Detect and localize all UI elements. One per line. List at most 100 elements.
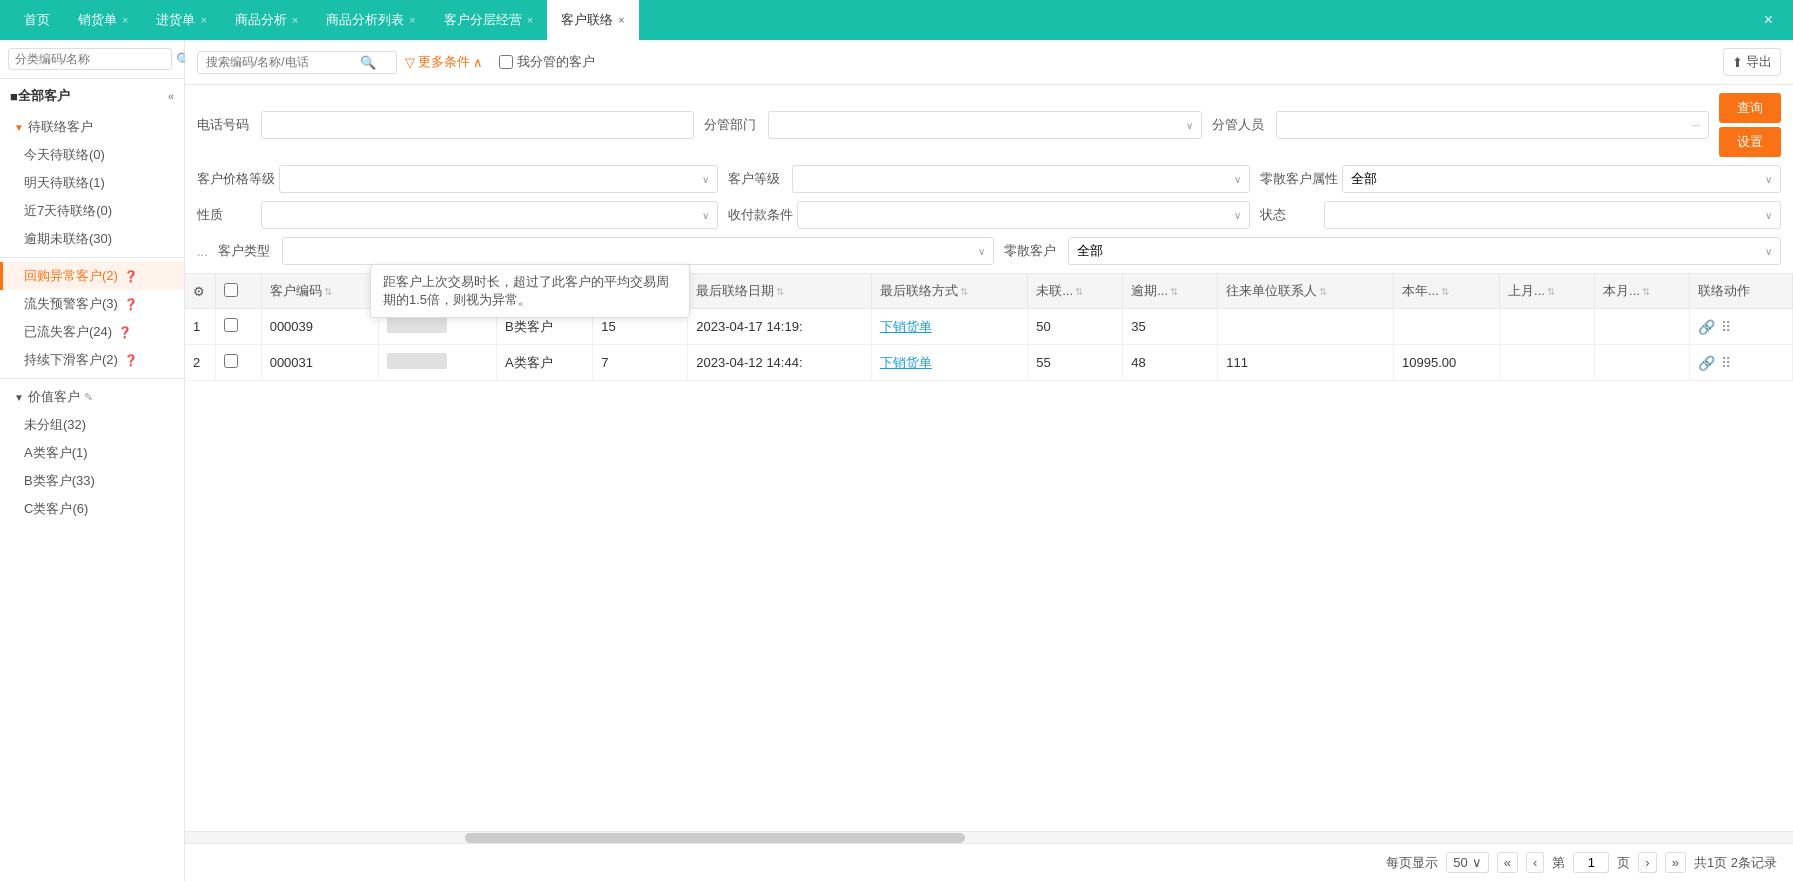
action-more-icon-1[interactable]: ⠿ <box>1721 355 1731 371</box>
sidebar-item-overdue[interactable]: 逾期未联络(30) <box>0 225 184 253</box>
sidebar-item-7days[interactable]: 近7天待联络(0) <box>0 197 184 225</box>
sidebar-item-churned[interactable]: 已流失客户(24) ❓ <box>0 318 184 346</box>
next-page-button[interactable]: › <box>1638 852 1656 873</box>
sidebar-item-churn-warning[interactable]: 流失预警客户(3) ❓ <box>0 290 184 318</box>
scrollbar-thumb[interactable] <box>465 833 965 843</box>
close-purchase-order-icon[interactable]: × <box>200 14 206 26</box>
payment-label: 收付款条件 <box>728 206 793 224</box>
sort-overdue-icon[interactable]: ⇅ <box>1170 286 1178 297</box>
nav-product-analysis-list[interactable]: 商品分析列表 × <box>312 0 429 40</box>
cell-cb-0[interactable] <box>215 309 261 345</box>
close-product-analysis-icon[interactable]: × <box>292 14 298 26</box>
page-number-input[interactable] <box>1573 852 1609 873</box>
cell-cb-1[interactable] <box>215 345 261 381</box>
sidebar-item-today[interactable]: 今天待联络(0) <box>0 141 184 169</box>
status-select[interactable]: ∨ <box>1324 201 1781 229</box>
col-this-month[interactable]: 本月...⇅ <box>1595 274 1690 309</box>
sidebar-item-b-class[interactable]: B类客户(33) <box>0 467 184 495</box>
price-grade-select[interactable]: ∨ <box>279 165 718 193</box>
person-select[interactable]: ··· <box>1276 111 1709 139</box>
retail-attr-select[interactable]: 全部 ∨ <box>1342 165 1781 193</box>
col-unit-contact[interactable]: 往来单位联系人⇅ <box>1218 274 1394 309</box>
sidebar-item-c-class[interactable]: C类客户(6) <box>0 495 184 523</box>
sidebar-all-customers[interactable]: ■ 全部客户 « <box>0 79 184 113</box>
sort-unit-contact-icon[interactable]: ⇅ <box>1319 286 1327 297</box>
sidebar-item-repurchase-anomaly[interactable]: 回购异常客户(2) ❓ <box>0 262 184 290</box>
close-sales-order-icon[interactable]: × <box>122 14 128 26</box>
col-uncontacted[interactable]: 未联...⇅ <box>1028 274 1123 309</box>
sidebar-value-customers[interactable]: ▼ 价值客户 ✎ <box>0 383 184 411</box>
col-overdue[interactable]: 逾期...⇅ <box>1123 274 1218 309</box>
more-filter-button[interactable]: ▽ 更多条件 ∧ <box>405 53 483 71</box>
gender-select[interactable]: ∨ <box>261 201 718 229</box>
sidebar-item-tomorrow[interactable]: 明天待联络(1) <box>0 169 184 197</box>
nav-customer-tiering[interactable]: 客户分层经营 × <box>430 0 547 40</box>
sidebar-item-a-class[interactable]: A类客户(1) <box>0 439 184 467</box>
pagination-bar: 每页显示 50 ∨ « ‹ 第 页 › » 共1页 2条记录 <box>185 843 1793 881</box>
toolbar-search-icon[interactable]: 🔍 <box>360 55 376 70</box>
nav-sales-order[interactable]: 销货单 × <box>64 0 142 40</box>
grade-select[interactable]: ∨ <box>792 165 1249 193</box>
action-more-icon-0[interactable]: ⠿ <box>1721 319 1731 335</box>
phone-input[interactable] <box>261 111 694 139</box>
last-page-button[interactable]: » <box>1665 852 1686 873</box>
select-all-checkbox[interactable] <box>224 283 238 297</box>
query-button[interactable]: 查询 <box>1719 93 1781 123</box>
prev-page-button[interactable]: ‹ <box>1526 852 1544 873</box>
sidebar-collapse-icon[interactable]: « <box>168 90 174 102</box>
sidebar-item-declining[interactable]: 持续下滑客户(2) ❓ <box>0 346 184 374</box>
col-last-contact-way[interactable]: 最后联络方式⇅ <box>871 274 1027 309</box>
col-last-contact-date[interactable]: 最后联络日期⇅ <box>688 274 872 309</box>
action-link-icon-0[interactable]: 🔗 <box>1698 319 1715 335</box>
filter-more-dots[interactable]: ... <box>197 244 208 259</box>
cell-last-way-0[interactable]: 下销货单 <box>871 309 1027 345</box>
nav-customer-contact[interactable]: 客户联络 × <box>547 0 638 40</box>
close-product-analysis-list-icon[interactable]: × <box>409 14 415 26</box>
sort-uncontacted-icon[interactable]: ⇅ <box>1075 286 1083 297</box>
first-page-button[interactable]: « <box>1497 852 1518 873</box>
setting-button[interactable]: 设置 <box>1719 127 1781 157</box>
sort-last-way-icon[interactable]: ⇅ <box>960 286 968 297</box>
col-checkbox[interactable] <box>215 274 261 309</box>
close-customer-tiering-icon[interactable]: × <box>527 14 533 26</box>
sort-this-month-icon[interactable]: ⇅ <box>1642 286 1650 297</box>
action-link-icon-1[interactable]: 🔗 <box>1698 355 1715 371</box>
window-close-button[interactable]: × <box>1754 11 1783 29</box>
close-customer-contact-icon[interactable]: × <box>618 14 624 26</box>
row-checkbox-0[interactable] <box>224 318 238 332</box>
last-way-link-1[interactable]: 下销货单 <box>880 355 932 370</box>
nav-home[interactable]: 首页 <box>10 0 64 40</box>
col-settings[interactable]: ⚙ <box>185 274 215 309</box>
nav-product-analysis[interactable]: 商品分析 × <box>221 0 312 40</box>
per-page-select[interactable]: 50 ∨ <box>1446 852 1488 873</box>
sidebar-pending-contact[interactable]: ▼ 待联络客户 <box>0 113 184 141</box>
cell-last-way-1[interactable]: 下销货单 <box>871 345 1027 381</box>
my-customer-check[interactable] <box>499 55 513 69</box>
nav-purchase-order[interactable]: 进货单 × <box>142 0 220 40</box>
sort-this-year-icon[interactable]: ⇅ <box>1441 286 1449 297</box>
filter-row-1: 电话号码 分管部门 ∨ 分管人员 ··· 查询 设置 <box>197 93 1781 157</box>
row-checkbox-1[interactable] <box>224 354 238 368</box>
last-way-link-0[interactable]: 下销货单 <box>880 319 932 334</box>
sidebar-item-ungrouped[interactable]: 未分组(32) <box>0 411 184 439</box>
dept-select[interactable]: ∨ <box>768 111 1201 139</box>
export-button[interactable]: ⬆ 导出 <box>1723 48 1781 76</box>
sort-last-date-icon[interactable]: ⇅ <box>776 286 784 297</box>
filter-gender: 性质 ∨ <box>197 201 718 229</box>
payment-select[interactable]: ∨ <box>797 201 1249 229</box>
more-dots-icon[interactable]: ... <box>197 244 208 259</box>
col-this-year[interactable]: 本年...⇅ <box>1393 274 1499 309</box>
sort-last-month-icon[interactable]: ⇅ <box>1547 286 1555 297</box>
retail-customer-select[interactable]: 全部 ∨ <box>1068 237 1781 265</box>
col-last-month[interactable]: 上月...⇅ <box>1500 274 1595 309</box>
edit-value-section-icon[interactable]: ✎ <box>84 391 93 404</box>
horizontal-scrollbar[interactable] <box>185 831 1793 843</box>
customer-type-select[interactable]: ∨ <box>282 237 995 265</box>
col-code[interactable]: 客户编码⇅ <box>261 274 379 309</box>
toolbar-search-input[interactable] <box>206 55 356 69</box>
sidebar-search-input[interactable] <box>8 48 172 70</box>
sort-code-icon[interactable]: ⇅ <box>324 286 332 297</box>
my-customer-checkbox[interactable]: 我分管的客户 <box>499 53 595 71</box>
toolbar-search-box[interactable]: 🔍 <box>197 51 397 74</box>
cell-code-1: 000031 <box>261 345 379 381</box>
